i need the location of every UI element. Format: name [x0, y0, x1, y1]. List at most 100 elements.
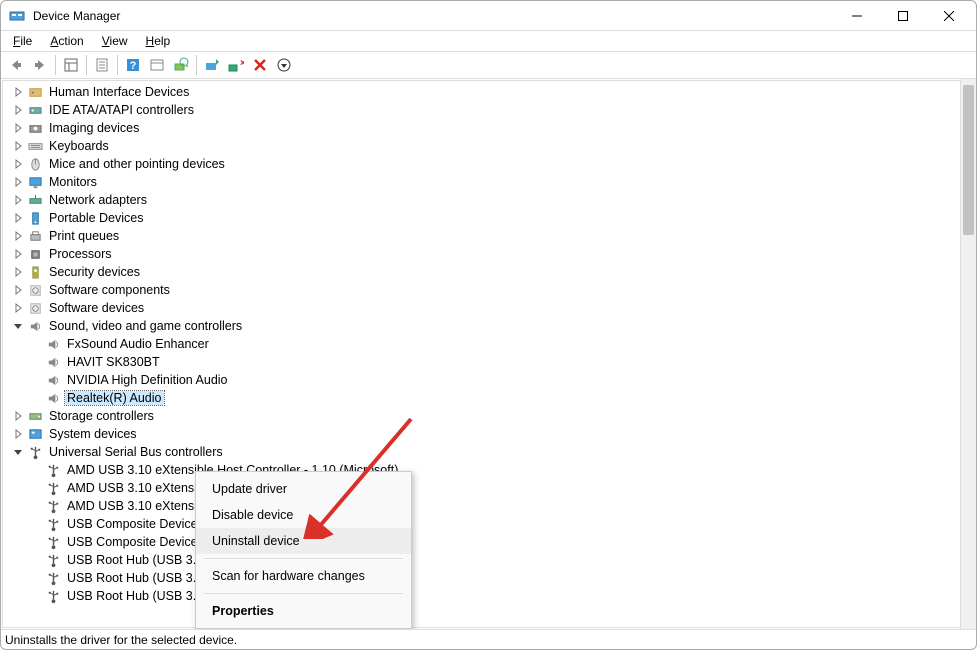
device-label: Imaging devices	[47, 121, 141, 135]
properties-button[interactable]	[91, 54, 113, 76]
scan-hardware-button[interactable]	[170, 54, 192, 76]
device-item[interactable]: USB Root Hub (USB 3.0)	[5, 569, 974, 587]
back-button[interactable]	[5, 54, 27, 76]
device-label: NVIDIA High Definition Audio	[65, 373, 230, 387]
chevron-right-icon[interactable]	[11, 283, 25, 297]
device-item[interactable]: AMD USB 3.10 eXtensible Host Controller …	[5, 497, 974, 515]
chevron-right-icon[interactable]	[11, 211, 25, 225]
chevron-right-icon[interactable]	[11, 157, 25, 171]
chevron-right-icon[interactable]	[11, 265, 25, 279]
menu-file[interactable]: File	[5, 33, 40, 49]
device-item[interactable]: AMD USB 3.10 eXtensible Host Controller …	[5, 479, 974, 497]
device-label: Software devices	[47, 301, 146, 315]
close-button[interactable]	[926, 1, 972, 31]
status-text: Uninstalls the driver for the selected d…	[5, 633, 237, 647]
chevron-right-icon[interactable]	[11, 121, 25, 135]
device-category[interactable]: Mice and other pointing devices	[5, 155, 974, 173]
device-label: Print queues	[47, 229, 121, 243]
device-category[interactable]: Human Interface Devices	[5, 83, 974, 101]
cm-scan-hardware[interactable]: Scan for hardware changes	[196, 563, 411, 589]
maximize-button[interactable]	[880, 1, 926, 31]
device-category[interactable]: Universal Serial Bus controllers	[5, 443, 974, 461]
device-item[interactable]: FxSound Audio Enhancer	[5, 335, 974, 353]
chevron-right-icon[interactable]	[11, 301, 25, 315]
toolbar-extra-button[interactable]	[273, 54, 295, 76]
device-category[interactable]: Monitors	[5, 173, 974, 191]
chevron-right-icon[interactable]	[11, 193, 25, 207]
sound-icon	[45, 354, 61, 370]
device-item[interactable]: AMD USB 3.10 eXtensible Host Controller …	[5, 461, 974, 479]
device-item[interactable]: NVIDIA High Definition Audio	[5, 371, 974, 389]
menu-view[interactable]: View	[94, 33, 136, 49]
cm-properties[interactable]: Properties	[196, 598, 411, 624]
device-category[interactable]: Keyboards	[5, 137, 974, 155]
chevron-right-icon[interactable]	[11, 103, 25, 117]
device-label: IDE ATA/ATAPI controllers	[47, 103, 196, 117]
device-item[interactable]: USB Root Hub (USB 3.0)	[5, 587, 974, 605]
device-item[interactable]: USB Composite Device	[5, 533, 974, 551]
device-item[interactable]: USB Root Hub (USB 3.0)	[5, 551, 974, 569]
device-label: Portable Devices	[47, 211, 146, 225]
usb-ctrl-icon	[45, 498, 61, 514]
titlebar: Device Manager	[1, 1, 976, 31]
device-item[interactable]: Realtek(R) Audio	[5, 389, 974, 407]
device-category[interactable]: Portable Devices	[5, 209, 974, 227]
chevron-down-icon[interactable]	[11, 445, 25, 459]
device-tree[interactable]: Human Interface Devices IDE ATA/ATAPI con…	[2, 80, 975, 628]
chevron-down-icon[interactable]	[11, 319, 25, 333]
keyboard-icon	[27, 138, 43, 154]
chevron-right-icon[interactable]	[11, 175, 25, 189]
device-label: Human Interface Devices	[47, 85, 191, 99]
device-category[interactable]: IDE ATA/ATAPI controllers	[5, 101, 974, 119]
help-button[interactable]: ?	[122, 54, 144, 76]
chevron-right-icon[interactable]	[11, 139, 25, 153]
device-category[interactable]: Security devices	[5, 263, 974, 281]
disable-button[interactable]	[249, 54, 271, 76]
device-label: Processors	[47, 247, 114, 261]
vertical-scrollbar[interactable]	[960, 79, 976, 629]
show-hide-tree-button[interactable]	[60, 54, 82, 76]
update-driver-button[interactable]	[201, 54, 223, 76]
toolbar-separator	[117, 55, 118, 75]
cm-uninstall-device[interactable]: Uninstall device	[196, 528, 411, 554]
device-category[interactable]: Imaging devices	[5, 119, 974, 137]
device-category[interactable]: Print queues	[5, 227, 974, 245]
chevron-right-icon[interactable]	[11, 409, 25, 423]
device-label: Storage controllers	[47, 409, 156, 423]
menu-action[interactable]: Action	[42, 33, 91, 49]
device-category[interactable]: Software devices	[5, 299, 974, 317]
toolbar: ? ×	[1, 51, 976, 79]
mouse-icon	[27, 156, 43, 172]
svg-text:?: ?	[130, 60, 137, 72]
context-menu: Update driver Disable device Uninstall d…	[195, 471, 412, 629]
device-category[interactable]: Processors	[5, 245, 974, 263]
ide-icon	[27, 102, 43, 118]
device-category[interactable]: System devices	[5, 425, 974, 443]
device-label: Realtek(R) Audio	[65, 391, 164, 405]
minimize-button[interactable]	[834, 1, 880, 31]
device-category[interactable]: Sound, video and game controllers	[5, 317, 974, 335]
cm-update-driver[interactable]: Update driver	[196, 476, 411, 502]
forward-button[interactable]	[29, 54, 51, 76]
storage-icon	[27, 408, 43, 424]
scrollbar-thumb[interactable]	[963, 85, 974, 235]
menu-help[interactable]: Help	[138, 33, 179, 49]
chevron-right-icon[interactable]	[11, 427, 25, 441]
device-manager-window: Device Manager File Action View Help ? ×…	[0, 0, 977, 650]
device-category[interactable]: Storage controllers	[5, 407, 974, 425]
uninstall-button[interactable]: ×	[225, 54, 247, 76]
cm-disable-device[interactable]: Disable device	[196, 502, 411, 528]
usb-ctrl-icon	[45, 462, 61, 478]
device-category[interactable]: Network adapters	[5, 191, 974, 209]
chevron-right-icon[interactable]	[11, 247, 25, 261]
chevron-right-icon[interactable]	[11, 229, 25, 243]
cm-separator	[204, 593, 403, 594]
toolbar-action-button[interactable]	[146, 54, 168, 76]
device-item[interactable]: USB Composite Device	[5, 515, 974, 533]
chevron-right-icon[interactable]	[11, 85, 25, 99]
device-category[interactable]: Software components	[5, 281, 974, 299]
usb-ctrl-icon	[45, 534, 61, 550]
menubar: File Action View Help	[1, 31, 976, 51]
device-item[interactable]: HAVIT SK830BT	[5, 353, 974, 371]
sound-icon	[45, 336, 61, 352]
